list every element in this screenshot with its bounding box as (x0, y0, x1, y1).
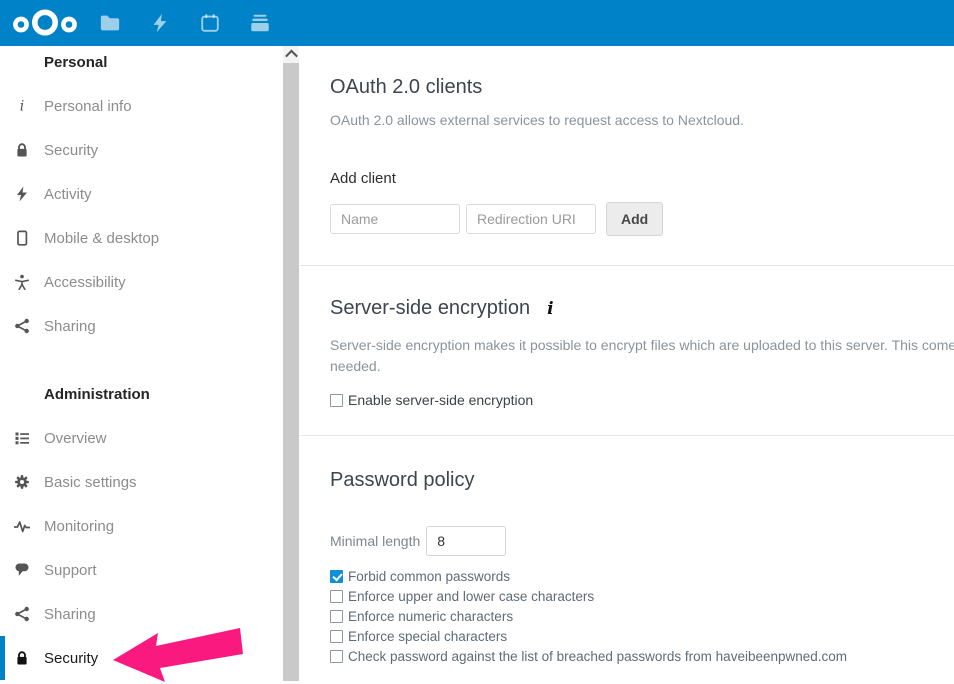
sidebar-item-label: Activity (44, 186, 92, 203)
folder-icon (99, 12, 121, 34)
chevron-up-icon (285, 50, 298, 63)
sidebar-item-security-personal[interactable]: Security (0, 128, 300, 172)
main-content: OAuth 2.0 clients OAuth 2.0 allows exter… (300, 46, 954, 681)
activity-app-button[interactable] (148, 11, 172, 35)
sidebar-item-accessibility[interactable]: Accessibility (0, 260, 300, 304)
encryption-description-line2: needed. (300, 356, 954, 377)
sidebar-item-overview[interactable]: Overview (0, 416, 300, 460)
sidebar-section-administration: Administration (0, 378, 300, 412)
deck-icon (249, 12, 271, 34)
add-client-button[interactable]: Add (606, 202, 663, 236)
sidebar-scrollbar[interactable] (283, 46, 299, 681)
sidebar-item-label: Basic settings (44, 474, 137, 491)
password-policy-section: Password policy Minimal length Forbid co… (300, 436, 954, 666)
sidebar-item-personal-info[interactable]: i Personal info (0, 84, 300, 128)
encryption-section-title: Server-side encryption (330, 297, 530, 320)
gear-icon (14, 474, 30, 490)
sidebar-item-monitoring[interactable]: Monitoring (0, 504, 300, 548)
sidebar-item-label: Monitoring (44, 518, 114, 535)
oauth-description: OAuth 2.0 allows external services to re… (300, 112, 954, 128)
policy-option-row[interactable]: Enforce special characters (330, 626, 954, 646)
accessibility-icon (14, 274, 30, 290)
sidebar-item-sharing-admin[interactable]: Sharing (0, 592, 300, 636)
enable-encryption-checkbox[interactable] (330, 394, 343, 407)
oauth-section-title: OAuth 2.0 clients (300, 46, 954, 99)
policy-option-label: Enforce special characters (348, 629, 507, 644)
sidebar-section-personal: Personal (0, 46, 300, 80)
sidebar-item-label: Overview (44, 430, 107, 447)
sidebar-item-mobile-desktop[interactable]: Mobile & desktop (0, 216, 300, 260)
sidebar-item-label: Support (44, 562, 97, 579)
enforce-special-checkbox[interactable] (330, 630, 343, 643)
sidebar-item-label: Accessibility (44, 274, 126, 291)
phone-icon (14, 230, 30, 246)
info-icon[interactable]: i (547, 299, 553, 319)
enable-encryption-label: Enable server-side encryption (348, 392, 533, 408)
encryption-section: Server-side encryption i Server-side enc… (300, 266, 954, 436)
policy-option-label: Forbid common passwords (348, 569, 510, 584)
minimal-length-row: Minimal length (300, 526, 954, 556)
scrollbar-up-button[interactable] (283, 46, 299, 63)
info-icon: i (14, 98, 30, 114)
sidebar-item-support[interactable]: Support (0, 548, 300, 592)
password-policy-options: Forbid common passwords Enforce upper an… (300, 566, 954, 666)
forbid-common-passwords-checkbox[interactable] (330, 570, 343, 583)
deck-app-button[interactable] (248, 11, 272, 35)
policy-option-row[interactable]: Enforce upper and lower case characters (330, 586, 954, 606)
settings-sidebar: Personal i Personal info Security Activi… (0, 46, 300, 681)
oauth-section: OAuth 2.0 clients OAuth 2.0 allows exter… (300, 46, 954, 266)
sidebar-item-label: Security (44, 142, 98, 159)
svg-text:i: i (20, 99, 24, 114)
sidebar-item-basic-settings[interactable]: Basic settings (0, 460, 300, 504)
personal-nav-list: i Personal info Security Activity Mobile… (0, 84, 300, 348)
check-breached-passwords-checkbox[interactable] (330, 650, 343, 663)
sidebar-item-activity[interactable]: Activity (0, 172, 300, 216)
lightning-icon (149, 12, 171, 34)
sidebar-item-label: Sharing (44, 606, 96, 623)
lock-icon (14, 142, 30, 158)
add-client-form: Add (300, 202, 954, 236)
admin-nav-list: Overview Basic settings Monitoring Suppo… (0, 416, 300, 680)
policy-option-row[interactable]: Enforce numeric characters (330, 606, 954, 626)
calendar-icon (199, 12, 221, 34)
policy-option-label: Enforce numeric characters (348, 609, 513, 624)
nextcloud-logo[interactable] (10, 6, 80, 40)
redirection-uri-input[interactable] (466, 204, 596, 234)
sidebar-item-sharing-personal[interactable]: Sharing (0, 304, 300, 348)
sidebar-item-label: Personal info (44, 98, 132, 115)
sidebar-item-label: Mobile & desktop (44, 230, 159, 247)
enforce-case-checkbox[interactable] (330, 590, 343, 603)
share-icon (14, 606, 30, 622)
password-policy-title: Password policy (300, 436, 954, 492)
lock-icon (14, 650, 30, 666)
app-navigation (98, 11, 272, 35)
add-client-label: Add client (300, 170, 954, 187)
lightning-icon (14, 186, 30, 202)
minimal-length-label: Minimal length (330, 533, 420, 549)
policy-option-row[interactable]: Forbid common passwords (330, 566, 954, 586)
policy-option-row[interactable]: Check password against the list of breac… (330, 646, 954, 666)
policy-option-label: Check password against the list of breac… (348, 649, 847, 664)
sidebar-item-security-admin[interactable]: Security (0, 636, 300, 680)
top-bar (0, 0, 954, 46)
enable-encryption-row[interactable]: Enable server-side encryption (300, 392, 954, 408)
minimal-length-input[interactable] (426, 526, 506, 556)
scrollbar-thumb[interactable] (283, 63, 299, 681)
sidebar-item-label: Security (44, 650, 98, 667)
files-app-button[interactable] (98, 11, 122, 35)
encryption-description-line1: Server-side encryption makes it possible… (300, 335, 954, 356)
sidebar-item-label: Sharing (44, 318, 96, 335)
list-icon (14, 430, 30, 446)
client-name-input[interactable] (330, 204, 460, 234)
calendar-app-button[interactable] (198, 11, 222, 35)
policy-option-label: Enforce upper and lower case characters (348, 589, 594, 604)
speech-bubble-icon (14, 562, 30, 578)
share-icon (14, 318, 30, 334)
enforce-numeric-checkbox[interactable] (330, 610, 343, 623)
pulse-icon (14, 518, 30, 534)
